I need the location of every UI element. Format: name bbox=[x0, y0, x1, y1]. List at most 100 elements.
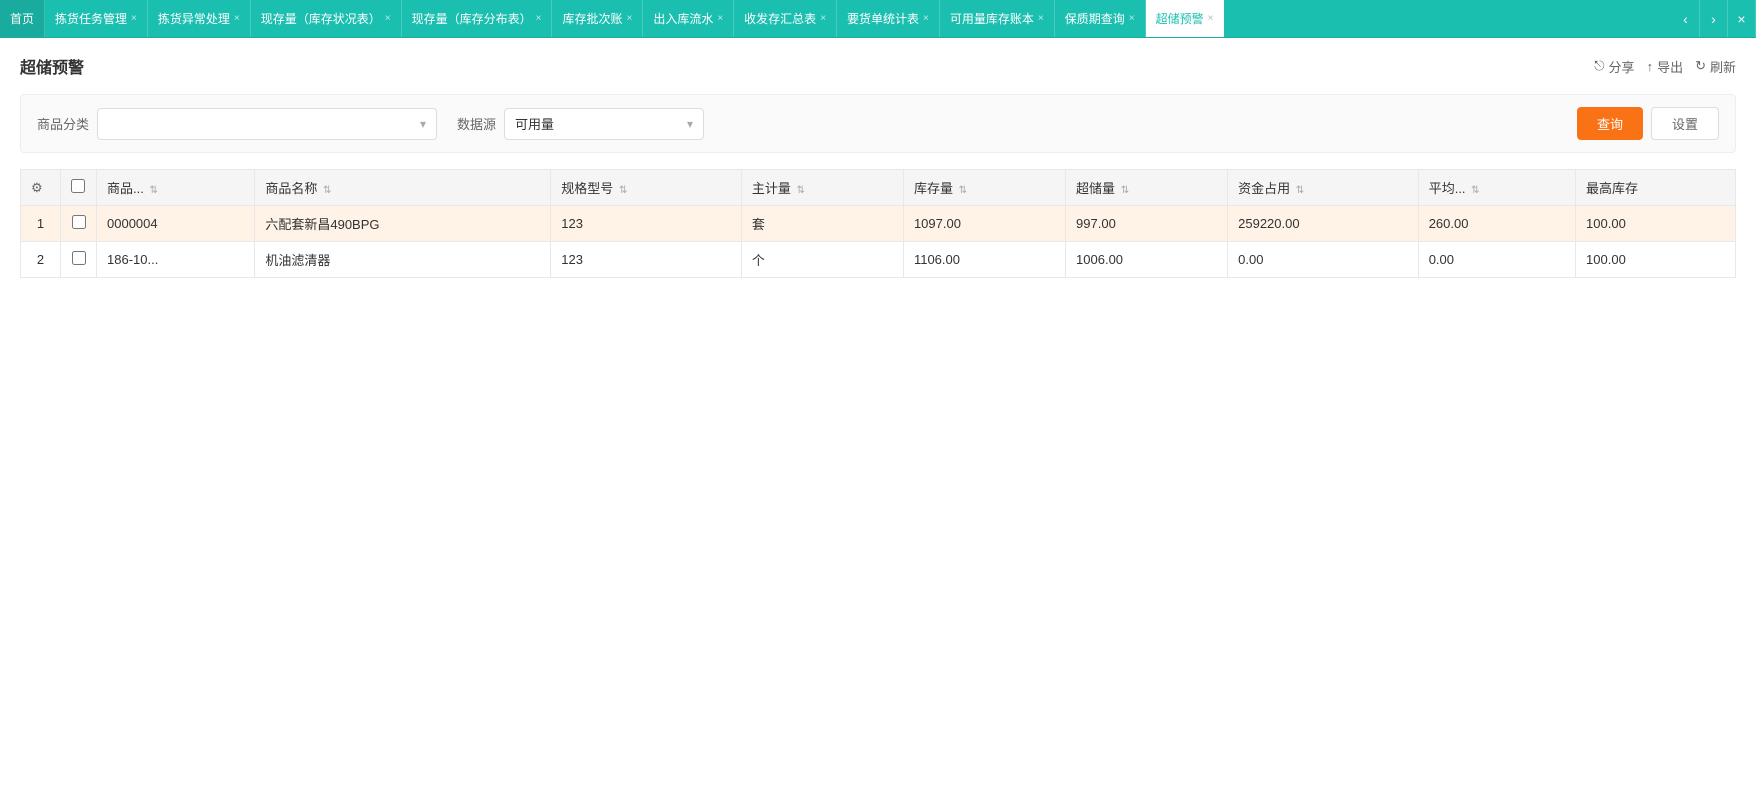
nav-arrow-left[interactable]: ‹ bbox=[1672, 0, 1700, 38]
select-all-checkbox[interactable] bbox=[71, 179, 85, 193]
category-filter: 商品分类 ▾ bbox=[37, 108, 437, 140]
th-overstock[interactable]: 超储量 ⇅ bbox=[1066, 170, 1228, 206]
row-index: 1 bbox=[21, 206, 61, 242]
nav-tab-overstock[interactable]: 超储预警 × bbox=[1146, 0, 1225, 38]
page-header: 超储预警 ⎋ 分享 ↑ 导出 ↻ 刷新 bbox=[20, 54, 1736, 78]
sort-icon: ⇅ bbox=[1121, 185, 1129, 196]
datasource-filter: 数据源 可用量 ▾ bbox=[457, 108, 704, 140]
cell-capital: 259220.00 bbox=[1228, 206, 1419, 242]
share-icon: ⎋ bbox=[1594, 58, 1604, 74]
datasource-select[interactable]: 可用量 ▾ bbox=[504, 108, 704, 140]
close-icon[interactable]: × bbox=[820, 13, 826, 24]
cell-stock: 1106.00 bbox=[903, 242, 1065, 278]
cell-stock: 1097.00 bbox=[903, 206, 1065, 242]
nav-tab-requisition[interactable]: 要货单统计表 × bbox=[837, 0, 940, 38]
cell-product-name: 六配套新昌490BPG bbox=[255, 206, 551, 242]
close-icon[interactable]: × bbox=[1208, 13, 1214, 24]
sort-icon: ⇅ bbox=[149, 185, 157, 196]
export-icon: ↑ bbox=[1647, 59, 1654, 74]
cell-product-name: 机油滤清器 bbox=[255, 242, 551, 278]
close-icon[interactable]: × bbox=[131, 13, 137, 24]
top-navigation: 首页 拣货任务管理 × 拣货异常处理 × 现存量（库存状况表） × 现存量（库存… bbox=[0, 0, 1756, 38]
row-checkbox-cell bbox=[61, 206, 97, 242]
nav-tab-available[interactable]: 可用量库存账本 × bbox=[940, 0, 1055, 38]
cell-unit: 个 bbox=[741, 242, 903, 278]
th-product-name[interactable]: 商品名称 ⇅ bbox=[255, 170, 551, 206]
settings-button[interactable]: 设置 bbox=[1651, 107, 1719, 140]
close-icon[interactable]: × bbox=[385, 13, 391, 24]
cell-product-id: 186-10... bbox=[97, 242, 255, 278]
nav-tab-abnormal[interactable]: 拣货异常处理 × bbox=[148, 0, 251, 38]
close-icon[interactable]: × bbox=[923, 13, 929, 24]
nav-tab-inout[interactable]: 出入库流水 × bbox=[643, 0, 734, 38]
cell-overstock: 997.00 bbox=[1066, 206, 1228, 242]
th-gear: ⚙ bbox=[21, 170, 61, 206]
cell-maxstock: 100.00 bbox=[1576, 242, 1736, 278]
sort-icon: ⇅ bbox=[959, 185, 967, 196]
data-table: ⚙ 商品... ⇅ 商品名称 ⇅ 规格型号 ⇅ 主计量 bbox=[20, 169, 1736, 278]
row-checkbox[interactable] bbox=[72, 215, 86, 229]
nav-tab-batch[interactable]: 库存批次账 × bbox=[552, 0, 643, 38]
nav-tab-home[interactable]: 首页 bbox=[0, 0, 45, 38]
th-avg[interactable]: 平均... ⇅ bbox=[1418, 170, 1575, 206]
close-icon[interactable]: × bbox=[717, 13, 723, 24]
close-icon[interactable]: × bbox=[1038, 13, 1044, 24]
category-label: 商品分类 bbox=[37, 114, 89, 133]
nav-tab-summary[interactable]: 收发存汇总表 × bbox=[734, 0, 837, 38]
th-unit[interactable]: 主计量 ⇅ bbox=[741, 170, 903, 206]
table-row: 2 186-10... 机油滤清器 123 个 1106.00 1006.00 … bbox=[21, 242, 1736, 278]
table-header-row: ⚙ 商品... ⇅ 商品名称 ⇅ 规格型号 ⇅ 主计量 bbox=[21, 170, 1736, 206]
row-checkbox[interactable] bbox=[72, 251, 86, 265]
chevron-down-icon: ▾ bbox=[687, 117, 693, 131]
filter-bar: 商品分类 ▾ 数据源 可用量 ▾ 查询 设置 bbox=[20, 94, 1736, 153]
cell-spec: 123 bbox=[551, 242, 742, 278]
nav-arrow-close[interactable]: × bbox=[1728, 0, 1756, 38]
row-index: 2 bbox=[21, 242, 61, 278]
th-product-id[interactable]: 商品... ⇅ bbox=[97, 170, 255, 206]
cell-unit: 套 bbox=[741, 206, 903, 242]
page-content: 超储预警 ⎋ 分享 ↑ 导出 ↻ 刷新 商品分类 ▾ 数据源 bbox=[0, 38, 1756, 800]
close-icon[interactable]: × bbox=[626, 13, 632, 24]
cell-spec: 123 bbox=[551, 206, 742, 242]
datasource-select-text: 可用量 bbox=[515, 114, 554, 133]
cell-capital: 0.00 bbox=[1228, 242, 1419, 278]
cell-avg: 260.00 bbox=[1418, 206, 1575, 242]
close-icon[interactable]: × bbox=[536, 13, 542, 24]
th-stock[interactable]: 库存量 ⇅ bbox=[903, 170, 1065, 206]
table-body: 1 0000004 六配套新昌490BPG 123 套 1097.00 997.… bbox=[21, 206, 1736, 278]
cell-maxstock: 100.00 bbox=[1576, 206, 1736, 242]
th-spec[interactable]: 规格型号 ⇅ bbox=[551, 170, 742, 206]
page-title: 超储预警 bbox=[20, 54, 84, 78]
table-row: 1 0000004 六配套新昌490BPG 123 套 1097.00 997.… bbox=[21, 206, 1736, 242]
sort-icon: ⇅ bbox=[323, 185, 331, 196]
gear-icon[interactable]: ⚙ bbox=[31, 180, 43, 195]
sort-icon: ⇅ bbox=[797, 185, 805, 196]
cell-avg: 0.00 bbox=[1418, 242, 1575, 278]
chevron-down-icon: ▾ bbox=[420, 117, 426, 131]
close-icon[interactable]: × bbox=[1129, 13, 1135, 24]
nav-tab-expiry[interactable]: 保质期查询 × bbox=[1055, 0, 1146, 38]
refresh-icon: ↻ bbox=[1695, 58, 1706, 74]
sort-icon: ⇅ bbox=[619, 185, 627, 196]
nav-arrows: ‹ › × bbox=[1672, 0, 1756, 38]
cell-product-id: 0000004 bbox=[97, 206, 255, 242]
nav-arrow-right[interactable]: › bbox=[1700, 0, 1728, 38]
sort-icon: ⇅ bbox=[1296, 185, 1304, 196]
th-checkbox bbox=[61, 170, 97, 206]
close-icon[interactable]: × bbox=[234, 13, 240, 24]
refresh-button[interactable]: ↻ 刷新 bbox=[1695, 57, 1736, 76]
export-button[interactable]: ↑ 导出 bbox=[1647, 57, 1684, 76]
category-select[interactable]: ▾ bbox=[97, 108, 437, 140]
row-checkbox-cell bbox=[61, 242, 97, 278]
query-button[interactable]: 查询 bbox=[1577, 107, 1643, 140]
nav-tab-task[interactable]: 拣货任务管理 × bbox=[45, 0, 148, 38]
cell-overstock: 1006.00 bbox=[1066, 242, 1228, 278]
filter-buttons: 查询 设置 bbox=[1577, 107, 1719, 140]
th-capital[interactable]: 资金占用 ⇅ bbox=[1228, 170, 1419, 206]
th-maxstock: 最高库存 bbox=[1576, 170, 1736, 206]
share-button[interactable]: ⎋ 分享 bbox=[1594, 57, 1634, 76]
nav-tab-stock-dist[interactable]: 现存量（库存分布表） × bbox=[402, 0, 553, 38]
nav-tab-stock-status[interactable]: 现存量（库存状况表） × bbox=[251, 0, 402, 38]
header-actions: ⎋ 分享 ↑ 导出 ↻ 刷新 bbox=[1594, 57, 1736, 76]
datasource-label: 数据源 bbox=[457, 114, 496, 133]
